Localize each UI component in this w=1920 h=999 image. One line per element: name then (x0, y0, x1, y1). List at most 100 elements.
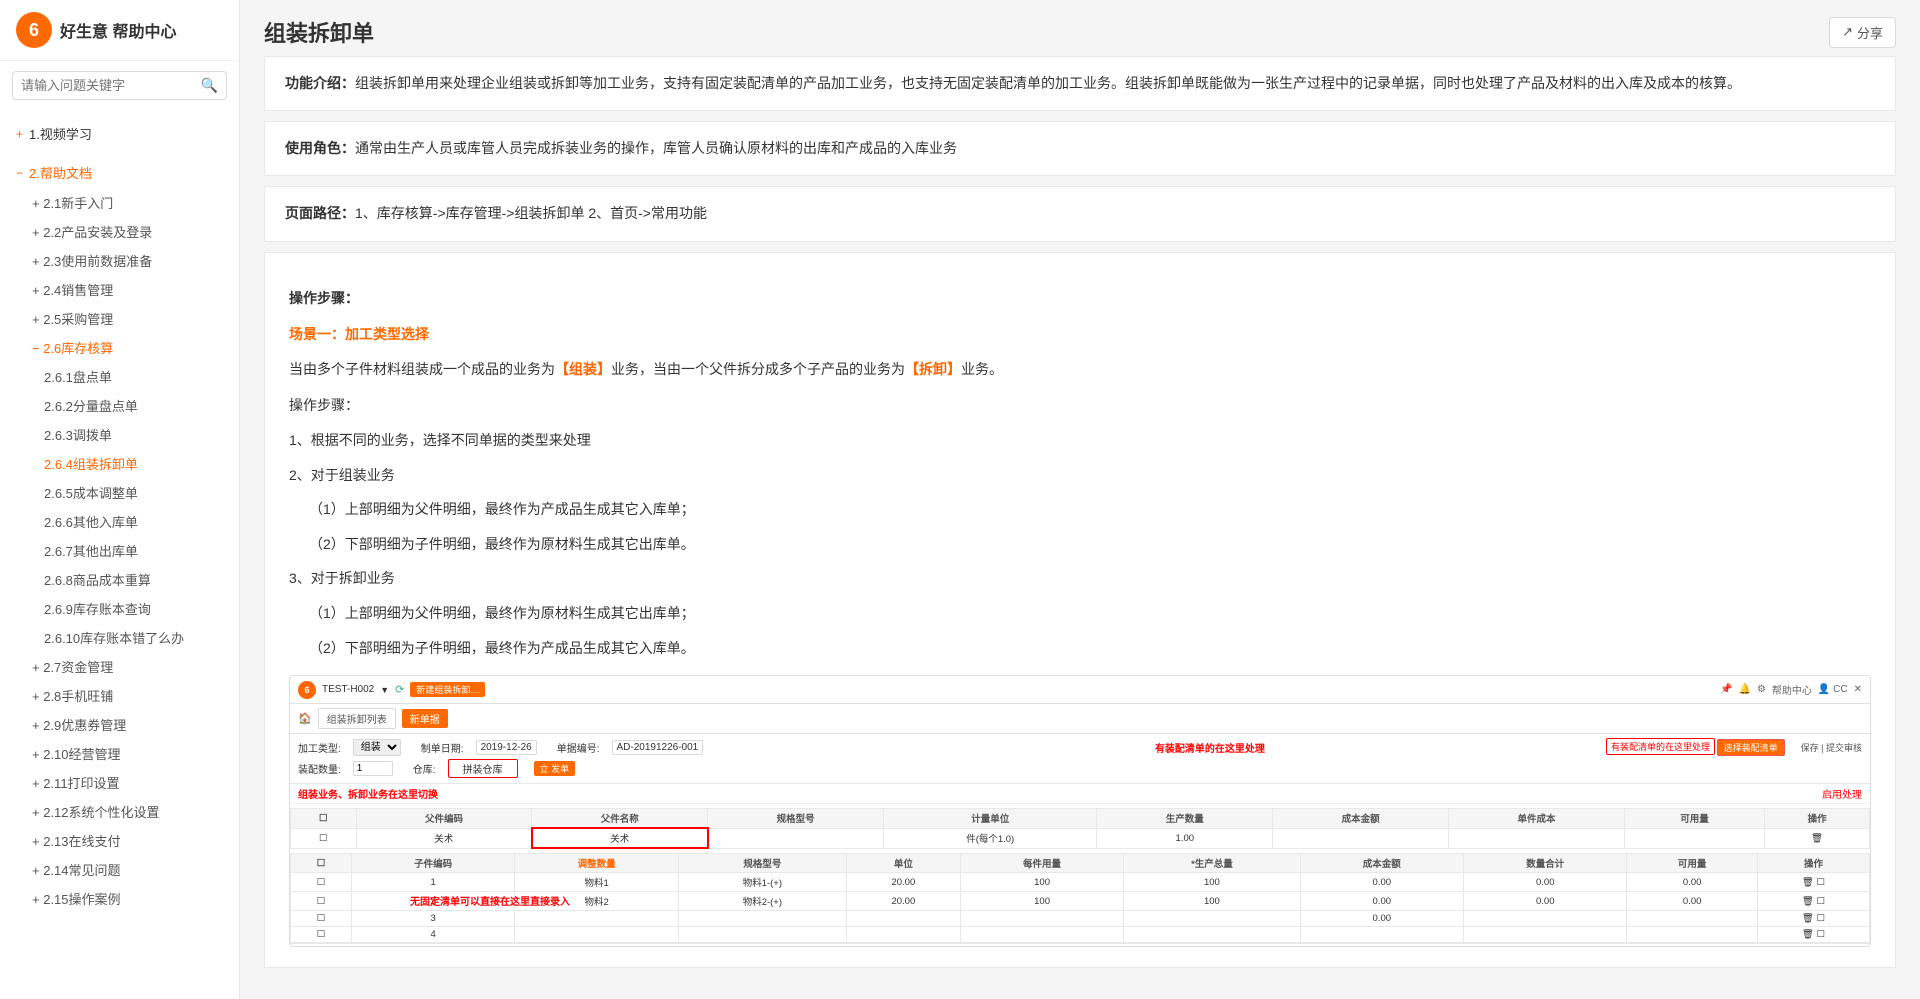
steps-header: 操作步骤： (289, 285, 1871, 312)
plus-2-14: + (32, 863, 43, 878)
mini-new-btn[interactable]: 新建组装拆卸… (410, 682, 485, 697)
content-area: 功能介绍：组装拆卸单用来处理企业组装或拆卸等加工业务，支持有固定装配清单的产品加… (240, 56, 1920, 999)
share-button[interactable]: ↗ 分享 (1829, 17, 1896, 48)
col-spec: 规格型号 (708, 809, 884, 829)
screenshot-container: 6 TEST-H002 ▼ ⟳ 新建组装拆卸… 📌 🔔 ⚙ 帮助中心 (289, 675, 1871, 947)
col-sub-actions2: 操作 (1757, 854, 1869, 873)
sidebar-item-2-10[interactable]: + 2.10经营管理 (0, 739, 239, 768)
page-title: 组装拆卸单 (264, 16, 374, 48)
plus-2-7: + (32, 660, 43, 675)
sidebar-item-2-5[interactable]: + 2.5采购管理 (0, 304, 239, 333)
mini-date-label: 制单日期: (421, 740, 464, 755)
sidebar-item-2-7[interactable]: + 2.7资金管理 (0, 652, 239, 681)
cell-cb[interactable]: ☐ (291, 828, 357, 848)
mini-avatar: 👤 CC (1818, 684, 1848, 695)
mini-type-select[interactable]: 组装 拆卸 (353, 739, 401, 756)
app-logo: 6 (16, 12, 52, 48)
sidebar-item-2-15[interactable]: + 2.15操作案例 (0, 884, 239, 913)
cell-avail (1624, 828, 1764, 848)
cell-action[interactable]: 🗑 (1765, 828, 1870, 848)
sidebar-item-2-6-7[interactable]: 2.6.7其他出库单 (0, 536, 239, 565)
path-section: 页面路径：1、库存核算->库存管理->组装拆卸单 2、首页->常用功能 (264, 186, 1896, 241)
col-sub-cost: 成本金额 (1300, 854, 1463, 873)
col-cost: 成本金额 (1273, 809, 1449, 829)
sidebar-item-2-6-10[interactable]: 2.6.10库存账本错了么办 (0, 623, 239, 652)
mini-tab-list[interactable]: 组装拆卸列表 (318, 708, 396, 729)
expand-icon-video: + (16, 127, 23, 141)
share-icon: ↗ (1842, 24, 1853, 40)
sidebar-item-help-docs[interactable]: − 2.帮助文档 (0, 157, 239, 188)
mini-help-label: 帮助中心 (1772, 682, 1812, 697)
role-text: 通常由生产人员或库管人员完成拆装业务的操作，库管人员确认原材料的出库和产成品的入… (355, 140, 957, 156)
mini-upper-table-container: ☐ 父件编码 父件名称 规格型号 计量单位 生产数量 成本金额 单件成本 可用量 (290, 804, 1870, 849)
col-sub-total: *生产总量 (1124, 854, 1300, 873)
steps-sub-header: 操作步骤： (289, 392, 1871, 419)
step2-sub1: （1）上部明细为父件明细，最终作为产成品生成其它入库单； (289, 496, 1871, 523)
mini-action-btns: 保存 | 提交审核 (1801, 741, 1862, 754)
sidebar-item-2-6-1[interactable]: 2.6.1盘点单 (0, 362, 239, 391)
search-input[interactable] (21, 78, 201, 93)
mini-warehouse-input[interactable]: 拼装仓库 (448, 759, 518, 778)
mini-close-icon[interactable]: ✕ (1854, 684, 1862, 695)
mini-totals-row: 合计 86.00 0.00 0.00 0.00 ⊕ 插 (290, 943, 1870, 946)
step2: 2、对于组装业务 (289, 462, 1871, 489)
mini-topbar-right: 📌 🔔 ⚙ 帮助中心 👤 CC ✕ (1720, 682, 1862, 697)
path-text: 1、库存核算->库存管理->组装拆卸单 2、首页->常用功能 (355, 205, 707, 221)
sidebar-item-2-6-8[interactable]: 2.6.8商品成本重算 (0, 565, 239, 594)
sidebar-item-2-6-4[interactable]: 2.6.4组装拆卸单 (0, 449, 239, 478)
sidebar-item-2-6-9[interactable]: 2.6.9库存账本查询 (0, 594, 239, 623)
mini-icon2: 🔔 (1739, 684, 1751, 695)
mini-bom-btn[interactable]: 选择装配清单 (1717, 739, 1785, 756)
mini-code-value: AD-20191226-001 (612, 740, 704, 755)
sidebar-item-2-2[interactable]: + 2.2产品安装及登录 (0, 217, 239, 246)
mini-topbar-mid: TEST-H002 ▼ ⟳ 新建组装拆卸… (322, 682, 1714, 697)
table-row-sub1: ☐ 1 物料1 物料1-(+) 20.00 100 100 0.00 0.00 (291, 873, 1870, 892)
sidebar-item-2-9[interactable]: + 2.9优惠券管理 (0, 710, 239, 739)
plus-2-10: + (32, 747, 43, 762)
col-actions: 操作 (1765, 809, 1870, 829)
plus-2-15: + (32, 892, 43, 907)
mini-tab-detail[interactable]: 新单据 (402, 709, 448, 728)
search-box[interactable]: 🔍 (12, 71, 227, 100)
sidebar-item-2-4[interactable]: + 2.4销售管理 (0, 275, 239, 304)
sidebar-item-2-6-2[interactable]: 2.6.2分量盘点单 (0, 391, 239, 420)
mini-app: 6 TEST-H002 ▼ ⟳ 新建组装拆卸… 📌 🔔 ⚙ 帮助中心 (290, 676, 1870, 946)
nav-tree: + 1.视频学习 − 2.帮助文档 + 2.1新手入门 + 2.2产品安装及登录… (0, 110, 239, 999)
intro-text: 组装拆卸单用来处理企业组装或拆卸等加工业务，支持有固定装配清单的产品加工业务，也… (355, 75, 1741, 91)
step2-sub2: （2）下部明细为子件明细，最终作为原材料生成其它出库单。 (289, 531, 1871, 558)
sidebar-item-video[interactable]: + 1.视频学习 (0, 118, 239, 149)
cell-count: 1.00 (1097, 828, 1273, 848)
mini-confirm-btn[interactable]: 立 发单 (534, 761, 576, 776)
sidebar-item-2-1[interactable]: + 2.1新手入门 (0, 188, 239, 217)
col-parent-code: 父件编码 (356, 809, 532, 829)
sidebar-item-2-6-3[interactable]: 2.6.3调拨单 (0, 420, 239, 449)
sidebar-item-2-6-5[interactable]: 2.6.5成本调整单 (0, 478, 239, 507)
sidebar-item-2-6-6[interactable]: 2.6.6其他入库单 (0, 507, 239, 536)
col-checkbox: ☐ (291, 809, 357, 829)
annotation-5: 无固定清单可以直接在这里直接录入 (410, 893, 570, 908)
sidebar-item-2-11[interactable]: + 2.11打印设置 (0, 768, 239, 797)
plus-2-1: + (32, 196, 43, 211)
plus-2-9: + (32, 718, 43, 733)
plus-2-12: + (32, 805, 43, 820)
minus-2-6: − (32, 341, 43, 356)
search-icon[interactable]: 🔍 (201, 77, 218, 94)
mini-home-icon: 🏠 (298, 712, 312, 725)
mini-logo: 6 (298, 681, 316, 699)
sidebar-item-2-3[interactable]: + 2.3使用前数据准备 (0, 246, 239, 275)
sidebar-item-2-8[interactable]: + 2.8手机旺铺 (0, 681, 239, 710)
sidebar-item-2-12[interactable]: + 2.12系统个性化设置 (0, 797, 239, 826)
sidebar-item-2-13[interactable]: + 2.13在线支付 (0, 826, 239, 855)
plus-2-11: + (32, 776, 43, 791)
sidebar-item-2-6[interactable]: − 2.6库存核算 (0, 333, 239, 362)
mini-qty-input[interactable] (353, 761, 393, 776)
step3-sub2: （2）下部明细为子件明细，最终作为产成品生成其它入库单。 (289, 635, 1871, 662)
col-sub-code: 子件编码 (351, 854, 514, 873)
mini-code-label: 单据编号: (557, 740, 600, 755)
plus-2-5: + (32, 312, 43, 327)
article-body: 操作步骤： 场景一：加工类型选择 当由多个子件材料组装成一个成品的业务为【组装】… (264, 252, 1896, 969)
sidebar-item-2-14[interactable]: + 2.14常见问题 (0, 855, 239, 884)
mini-sync-icon: ⟳ (395, 683, 404, 696)
mini-icon1: 📌 (1720, 684, 1732, 695)
mini-subnav: 🏠 组装拆卸列表 新单据 (290, 704, 1870, 734)
